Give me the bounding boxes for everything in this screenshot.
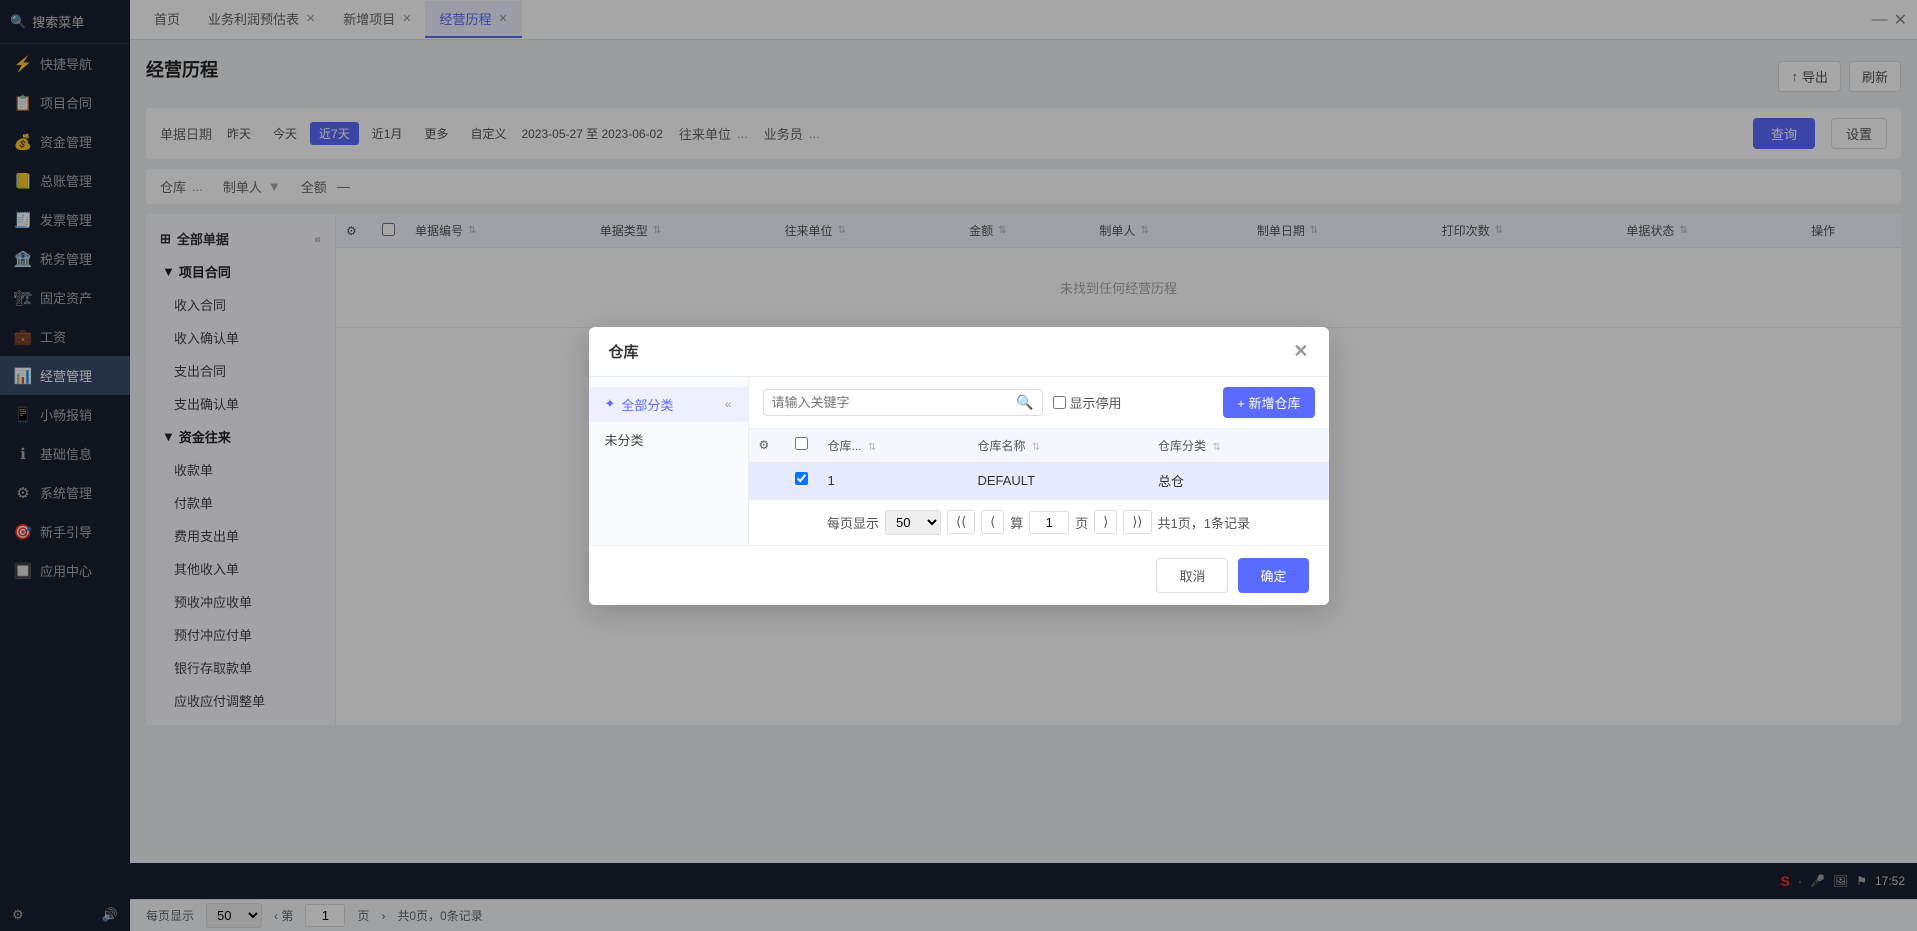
row-checkbox-cell[interactable] [785,462,818,498]
modal-page-label: 页 [1075,513,1088,532]
modal-col-name[interactable]: 仓库名称 ⇅ [967,429,1148,463]
star-icon: ✦ [605,396,616,412]
modal-page-go-label: 算 [1010,513,1023,532]
row-name-cell: 总仓 [1148,462,1329,498]
modal-close-button[interactable]: ✕ [1293,341,1308,362]
warehouse-modal: 仓库 ✕ ✦ 全部分类 « 未分类 [589,327,1329,605]
modal-collapse-btn[interactable]: « [725,397,732,411]
modal-right-panel: 🔍 显示停用 + 新增仓库 ⚙ [749,377,1329,545]
confirm-button[interactable]: 确定 [1238,558,1308,593]
modal-col-id[interactable]: 仓库... ⇅ [818,429,968,463]
row-checkbox[interactable] [795,472,808,485]
modal-search-wrapper: 🔍 [763,389,1043,416]
modal-data-table: ⚙ 仓库... ⇅ 仓库名称 ⇅ 仓库分类 ⇅ [749,429,1329,499]
show-disabled-label: 显示停用 [1070,393,1122,412]
modal-footer: 取消 确定 [589,545,1329,605]
show-disabled-checkbox-label[interactable]: 显示停用 [1053,393,1122,412]
table-row[interactable]: 1 DEFAULT 总仓 [749,462,1329,498]
modal-body: ✦ 全部分类 « 未分类 🔍 显示停用 [589,377,1329,545]
modal-search-input[interactable] [772,395,1017,410]
row-code-cell: DEFAULT [967,462,1148,498]
modal-left-uncategorized[interactable]: 未分类 [589,422,748,457]
modal-first-page-btn[interactable]: ⟨⟨ [947,510,975,534]
show-disabled-checkbox[interactable] [1053,396,1066,409]
modal-last-page-btn[interactable]: ⟩⟩ [1123,510,1151,534]
modal-next-page-btn[interactable]: ⟩ [1094,510,1117,534]
all-categories-label: 全部分类 [621,395,673,414]
modal-page-input[interactable] [1029,511,1069,534]
modal-total-info: 共1页，1条记录 [1158,513,1250,532]
modal-toolbar: 🔍 显示停用 + 新增仓库 [749,377,1329,429]
row-id-cell: 1 [818,462,968,498]
modal-left-all-categories[interactable]: ✦ 全部分类 « [589,387,748,422]
uncategorized-label: 未分类 [605,430,644,449]
modal-page-size-label: 每页显示 [827,513,879,532]
modal-checkbox-col[interactable] [785,429,818,463]
modal-select-all[interactable] [795,437,808,450]
modal-overlay[interactable]: 仓库 ✕ ✦ 全部分类 « 未分类 [0,0,1917,931]
modal-page-size-select[interactable]: 50 100 [885,510,941,535]
add-warehouse-button[interactable]: + 新增仓库 [1223,387,1314,418]
modal-pagination: 每页显示 50 100 ⟨⟨ ⟨ 算 页 ⟩ ⟩⟩ 共1页，1条记录 [749,499,1329,545]
modal-search-icon: 🔍 [1016,394,1033,411]
modal-col-category[interactable]: 仓库分类 ⇅ [1148,429,1329,463]
row-settings-cell [749,462,785,498]
modal-settings-col[interactable]: ⚙ [749,429,785,463]
modal-header: 仓库 ✕ [589,327,1329,377]
modal-table-container: ⚙ 仓库... ⇅ 仓库名称 ⇅ 仓库分类 ⇅ [749,429,1329,499]
modal-prev-page-btn[interactable]: ⟨ [981,510,1004,534]
cancel-button[interactable]: 取消 [1156,558,1228,593]
modal-title: 仓库 [609,341,639,362]
modal-left-panel: ✦ 全部分类 « 未分类 [589,377,749,545]
